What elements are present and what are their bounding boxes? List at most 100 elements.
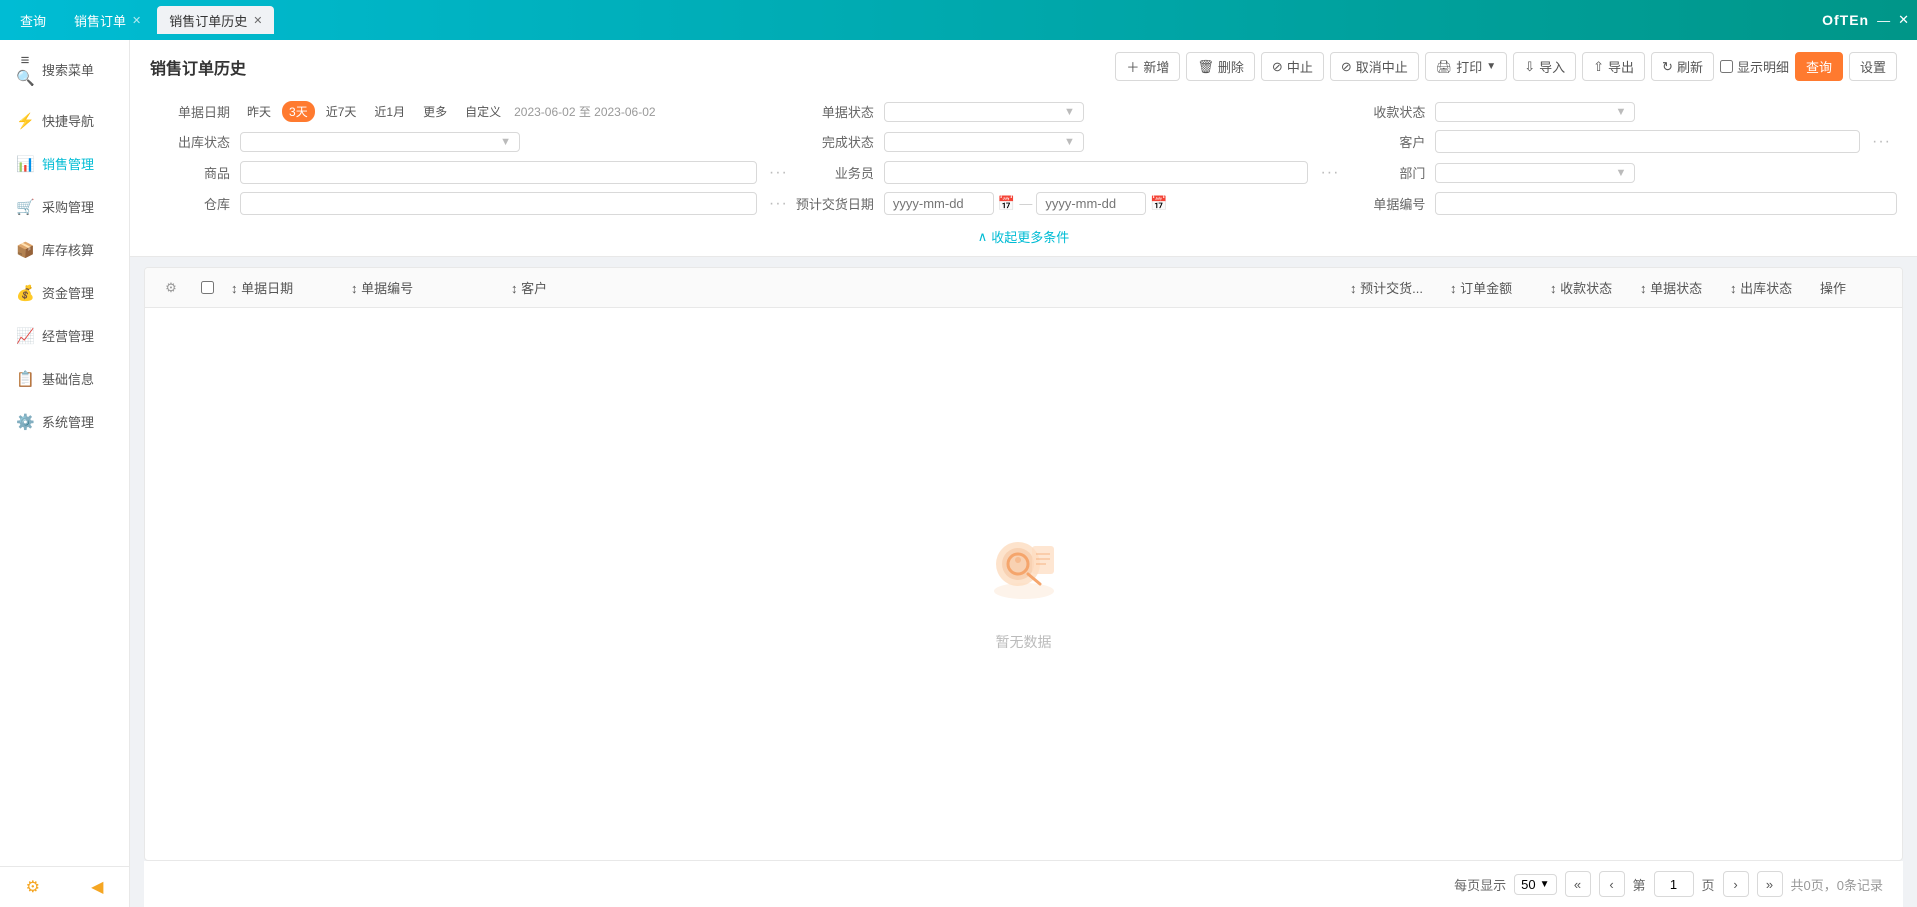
delivery-start-calendar-icon[interactable]: 📅 xyxy=(998,195,1015,212)
dept-filter-label: 部门 xyxy=(1345,163,1435,182)
warehouse-input[interactable] xyxy=(240,192,757,215)
delivery-end-calendar-icon[interactable]: 📅 xyxy=(1150,195,1167,212)
sidebar-item-sys-mgmt[interactable]: ⚙️ 系统管理 xyxy=(0,400,129,443)
empty-state: 暂无数据 xyxy=(145,308,1902,860)
topbar-right: OfTEn — ✕ xyxy=(1822,12,1909,28)
col-pay-status-label: ↕ 收款状态 xyxy=(1550,278,1612,297)
salesperson-input[interactable] xyxy=(884,161,1309,184)
topbar-close[interactable]: ✕ xyxy=(1898,12,1909,28)
customer-more-icon[interactable]: ··· xyxy=(1866,131,1897,153)
new-button[interactable]: ＋ 新增 xyxy=(1115,52,1180,81)
warehouse-more-icon[interactable]: ··· xyxy=(763,193,794,215)
fund-mgmt-icon: 💰 xyxy=(16,284,34,302)
export-button[interactable]: ⇧ 导出 xyxy=(1582,52,1645,81)
sidebar-item-purchase-mgmt[interactable]: 🛒 采购管理 xyxy=(0,185,129,228)
bill-status-filter-label: 单据状态 xyxy=(794,102,884,121)
import-button[interactable]: ⇩ 导入 xyxy=(1513,52,1576,81)
pay-status-select[interactable]: ▼ xyxy=(1435,102,1635,122)
delivery-start-input[interactable] xyxy=(884,192,994,215)
delete-button[interactable]: 🗑 删除 xyxy=(1186,52,1255,81)
sidebar-item-fund-mgmt[interactable]: 💰 资金管理 xyxy=(0,271,129,314)
col-header-out-status[interactable]: ↕ 出库状态 xyxy=(1724,278,1814,297)
col-out-status-label: ↕ 出库状态 xyxy=(1730,278,1792,297)
complete-status-field: ▼ xyxy=(884,132,1346,152)
show-detail-input[interactable] xyxy=(1720,60,1733,73)
next-page-button[interactable]: › xyxy=(1723,871,1749,897)
prev-page-button[interactable]: ‹ xyxy=(1599,871,1625,897)
select-all-checkbox[interactable] xyxy=(189,281,225,294)
brand-logo: OfTEn xyxy=(1822,12,1869,28)
filter-collapse-row[interactable]: ∧ 收起更多条件 xyxy=(150,223,1897,250)
sidebar-item-ops-mgmt[interactable]: 📈 经营管理 xyxy=(0,314,129,357)
print-button[interactable]: 🖨 打印 ▼ xyxy=(1425,52,1507,81)
stop-button[interactable]: ⊘ 中止 xyxy=(1261,52,1324,81)
complete-status-select[interactable]: ▼ xyxy=(884,132,1084,152)
col-number-label: ↕ 单据编号 xyxy=(351,278,413,297)
dept-select[interactable]: ▼ xyxy=(1435,163,1635,183)
bill-status-select[interactable]: ▼ xyxy=(884,102,1084,122)
tab-sales-order-close[interactable]: ✕ xyxy=(132,14,141,27)
print-arrow-icon: ▼ xyxy=(1486,61,1496,72)
tab-sales-order[interactable]: 销售订单 ✕ xyxy=(62,6,153,34)
col-header-customer[interactable]: ↕ 客户 xyxy=(505,278,1344,297)
sidebar-settings-icon[interactable]: ⚙ xyxy=(26,877,40,897)
sidebar-item-search-menu[interactable]: ≡🔍 搜索菜单 xyxy=(0,40,129,99)
date-range-text: 2023-06-02 至 2023-06-02 xyxy=(514,103,655,120)
goods-input[interactable] xyxy=(240,161,757,184)
col-header-delivery[interactable]: ↕ 预计交货... xyxy=(1344,278,1444,297)
bill-no-input[interactable] xyxy=(1435,192,1897,215)
next-page-icon: › xyxy=(1733,877,1737,892)
sidebar-item-base-info[interactable]: 📋 基础信息 xyxy=(0,357,129,400)
pay-status-filter-label: 收款状态 xyxy=(1345,102,1435,121)
table-header: ⚙ ↕ 单据日期 ↕ 单据编号 ↕ 客户 ↕ 预计交货... ↕ 订单金额 xyxy=(145,268,1902,308)
sidebar-item-quick-nav[interactable]: ⚡ 快捷导航 xyxy=(0,99,129,142)
sidebar-item-sales-mgmt[interactable]: 📊 销售管理 xyxy=(0,142,129,185)
per-page-select[interactable]: 50 ▼ xyxy=(1514,874,1556,895)
goods-more-icon[interactable]: ··· xyxy=(763,162,794,184)
date-1month[interactable]: 近1月 xyxy=(367,101,412,122)
sales-mgmt-icon: 📊 xyxy=(16,155,34,173)
complete-status-filter-label: 完成状态 xyxy=(794,132,884,151)
column-settings-icon[interactable]: ⚙ xyxy=(153,280,189,296)
col-ops-label: 操作 xyxy=(1820,278,1846,297)
sidebar-item-inventory-mgmt[interactable]: 📦 库存核算 xyxy=(0,228,129,271)
select-all-input[interactable] xyxy=(201,281,214,294)
col-header-number[interactable]: ↕ 单据编号 xyxy=(345,278,505,297)
delivery-end-input[interactable] xyxy=(1036,192,1146,215)
settings-button[interactable]: 设置 xyxy=(1849,52,1897,81)
out-status-field: ▼ xyxy=(240,132,794,152)
col-header-bill-status[interactable]: ↕ 单据状态 xyxy=(1634,278,1724,297)
content-area: 销售订单历史 ＋ 新增 🗑 删除 ⊘ 中止 ⊘ xyxy=(130,40,1917,907)
salesperson-more-icon[interactable]: ··· xyxy=(1314,162,1345,184)
first-page-button[interactable]: « xyxy=(1565,871,1591,897)
topbar-minimize[interactable]: — xyxy=(1877,13,1890,28)
delivery-date-group: 📅 — 📅 xyxy=(884,192,1168,215)
tab-home[interactable]: 查询 xyxy=(8,6,58,34)
col-customer-label: ↕ 客户 xyxy=(511,278,547,297)
date-more[interactable]: 更多 xyxy=(416,101,454,122)
cancel-stop-button[interactable]: ⊘ 取消中止 xyxy=(1330,52,1419,81)
ops-mgmt-icon: 📈 xyxy=(16,327,34,345)
col-header-pay-status[interactable]: ↕ 收款状态 xyxy=(1544,278,1634,297)
sidebar-collapse-icon[interactable]: ◀ xyxy=(91,877,103,897)
col-header-amount[interactable]: ↕ 订单金额 xyxy=(1444,278,1544,297)
warehouse-filter-label: 仓库 xyxy=(150,194,240,213)
date-filter-label: 单据日期 xyxy=(150,102,240,121)
refresh-button[interactable]: ↻ 刷新 xyxy=(1651,52,1714,81)
date-7days[interactable]: 近7天 xyxy=(319,101,364,122)
topbar: 查询 销售订单 ✕ 销售订单历史 ✕ OfTEn — ✕ xyxy=(0,0,1917,40)
last-page-button[interactable]: » xyxy=(1757,871,1783,897)
show-detail-checkbox[interactable]: 显示明细 xyxy=(1720,57,1789,76)
date-custom[interactable]: 自定义 xyxy=(458,101,508,122)
out-status-select[interactable]: ▼ xyxy=(240,132,520,152)
date-yesterday[interactable]: 昨天 xyxy=(240,101,278,122)
customer-input[interactable] xyxy=(1435,130,1860,153)
tab-sales-order-history[interactable]: 销售订单历史 ✕ xyxy=(157,6,274,34)
date-3days[interactable]: 3天 xyxy=(282,101,315,122)
delivery-date-separator: — xyxy=(1019,196,1032,211)
query-button[interactable]: 查询 xyxy=(1795,52,1843,81)
col-header-date[interactable]: ↕ 单据日期 xyxy=(225,278,345,297)
tab-sales-order-history-close[interactable]: ✕ xyxy=(253,14,262,27)
empty-illustration xyxy=(974,516,1074,616)
page-number-input[interactable] xyxy=(1654,871,1694,897)
